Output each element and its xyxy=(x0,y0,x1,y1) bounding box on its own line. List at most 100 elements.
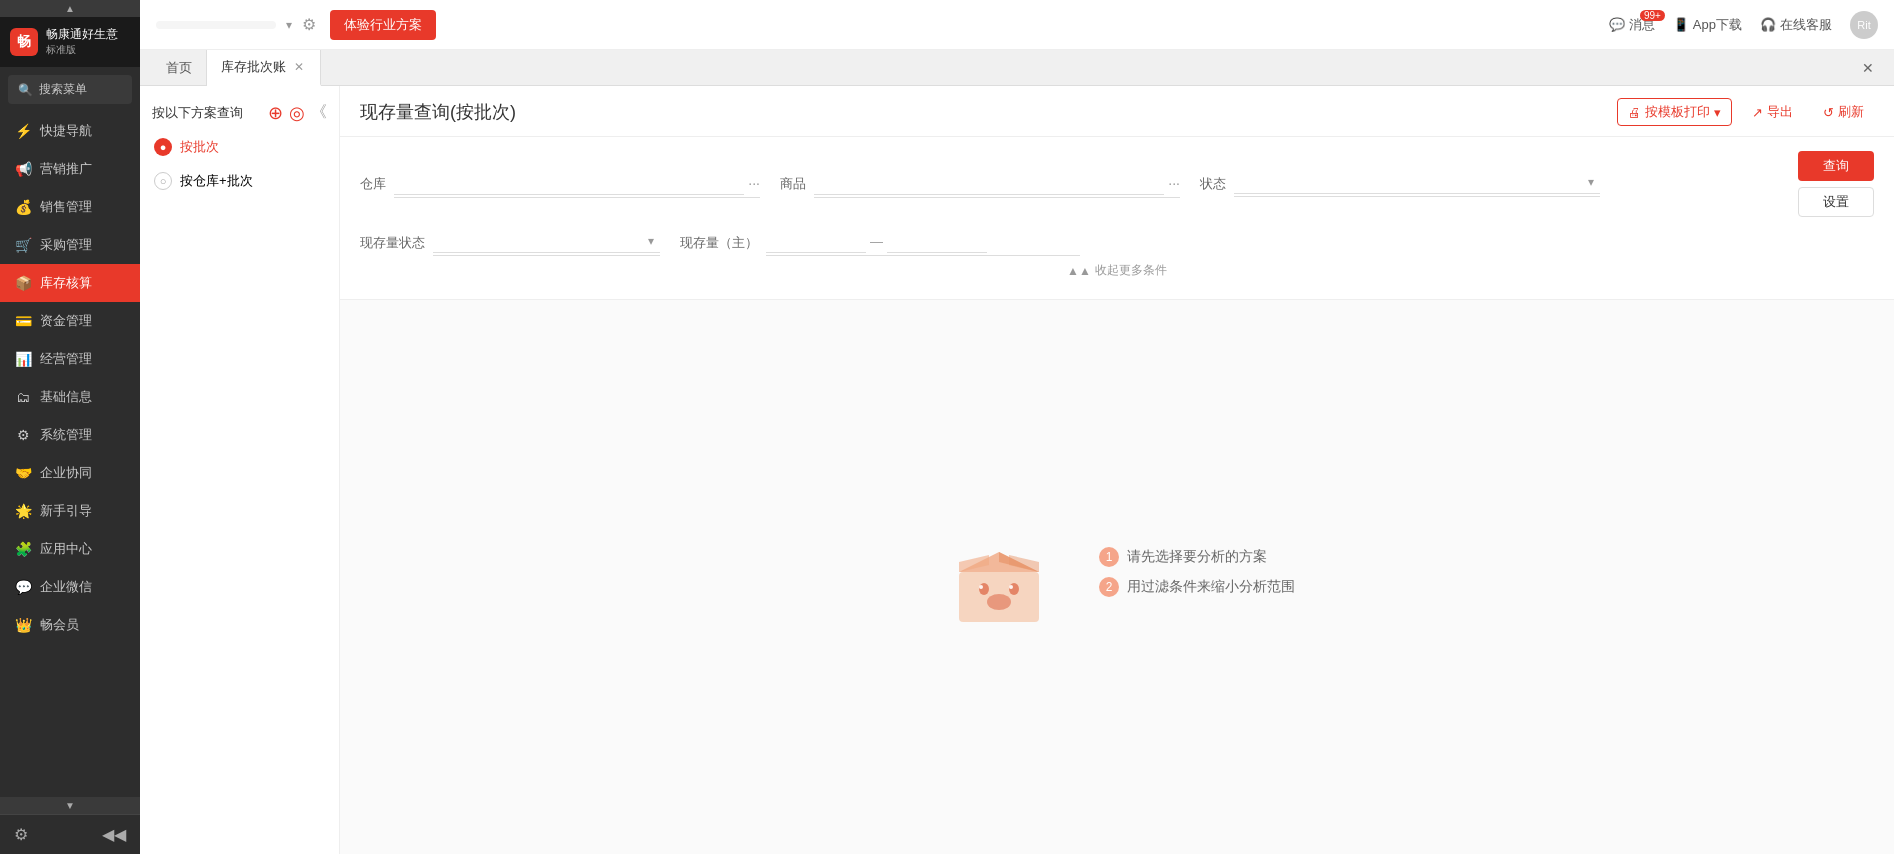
settings-button[interactable]: 设置 xyxy=(1798,187,1874,217)
content-area: 按以下方案查询 ⊕ ◎ 《 ● 按批次 ○ 按仓库+批次 现存量查询(按批次) xyxy=(140,86,1894,854)
sidebar-item-label: 采购管理 xyxy=(40,236,92,254)
sidebar-item-appstore[interactable]: 🧩 应用中心 xyxy=(0,530,140,568)
filter-stock-amount: 现存量（主） — xyxy=(680,229,1080,256)
collapse-sidebar-icon[interactable]: ◀◀ xyxy=(102,825,126,844)
topbar-gear-icon[interactable]: ⚙ xyxy=(302,15,316,34)
add-scheme-icon[interactable]: ⊕ xyxy=(268,102,283,124)
stock-status-input-wrap: ▾ xyxy=(433,230,660,256)
action-buttons: 查询 设置 xyxy=(1798,151,1874,217)
status-dropdown[interactable]: ▾ xyxy=(1234,171,1600,194)
sidebar: ▲ 畅 畅康通好生意 标准版 🔍 搜索菜单 ⚡ 快捷导航 📢 营销推广 💰 销售… xyxy=(0,0,140,854)
sidebar-item-quick-nav[interactable]: ⚡ 快捷导航 xyxy=(0,112,140,150)
search-icon: 🔍 xyxy=(18,83,33,97)
svg-point-7 xyxy=(987,594,1011,610)
svg-point-6 xyxy=(1009,583,1019,595)
sidebar-item-member[interactable]: 👑 畅会员 xyxy=(0,606,140,644)
status-label: 状态 xyxy=(1200,175,1226,193)
sidebar-item-label: 库存核算 xyxy=(40,274,92,292)
warehouse-input[interactable] xyxy=(394,171,744,195)
left-panel-title-text: 按以下方案查询 xyxy=(152,104,243,122)
sidebar-item-label: 资金管理 xyxy=(40,312,92,330)
sidebar-item-label: 营销推广 xyxy=(40,160,92,178)
tab-close-icon[interactable]: ✕ xyxy=(292,60,306,74)
stock-amount-max[interactable] xyxy=(887,229,987,253)
svg-point-9 xyxy=(1009,585,1013,589)
sidebar-item-finance[interactable]: 💳 资金管理 xyxy=(0,302,140,340)
basic-icon: 🗂 xyxy=(14,388,32,406)
sidebar-item-operation[interactable]: 📊 经营管理 xyxy=(0,340,140,378)
sidebar-item-inventory[interactable]: 📦 库存核算 xyxy=(0,264,140,302)
messages-item[interactable]: 💬 消息 99+ xyxy=(1609,16,1655,34)
sidebar-search-label: 搜索菜单 xyxy=(39,81,87,98)
sidebar-item-system[interactable]: ⚙ 系统管理 xyxy=(0,416,140,454)
app-download-item[interactable]: 📱 App下载 xyxy=(1673,16,1742,34)
product-input[interactable] xyxy=(814,171,1164,195)
operation-icon: 📊 xyxy=(14,350,32,368)
member-icon: 👑 xyxy=(14,616,32,634)
main-area: ▾ ⚙ 体验行业方案 💬 消息 99+ 📱 App下载 🎧 在线客服 Rit xyxy=(140,0,1894,854)
sidebar-scroll-up[interactable]: ▲ xyxy=(0,0,140,17)
sidebar-scroll-down[interactable]: ▼ xyxy=(0,797,140,814)
left-panel-actions: ⊕ ◎ 《 xyxy=(268,102,327,124)
filter-area: 仓库 ··· 商品 ··· 状态 xyxy=(340,137,1894,300)
stock-amount-label: 现存量（主） xyxy=(680,234,758,252)
scheme-by-batch-label: 按批次 xyxy=(180,138,219,156)
sidebar-search[interactable]: 🔍 搜索菜单 xyxy=(8,75,132,104)
user-name: Rit xyxy=(1857,19,1870,31)
filter-status: 状态 ▾ xyxy=(1200,171,1600,197)
tip-2-num: 2 xyxy=(1099,577,1119,597)
tab-home[interactable]: 首页 xyxy=(152,50,207,86)
stock-status-label: 现存量状态 xyxy=(360,234,425,252)
app-download-icon: 📱 xyxy=(1673,17,1689,32)
filter-stock-status: 现存量状态 ▾ xyxy=(360,230,660,256)
topbar: ▾ ⚙ 体验行业方案 💬 消息 99+ 📱 App下载 🎧 在线客服 Rit xyxy=(140,0,1894,50)
system-icon: ⚙ xyxy=(14,426,32,444)
product-dots[interactable]: ··· xyxy=(1168,175,1180,191)
stock-amount-min[interactable] xyxy=(766,229,866,253)
online-service-item[interactable]: 🎧 在线客服 xyxy=(1760,16,1832,34)
scheme-by-batch[interactable]: ● 按批次 xyxy=(140,130,339,164)
sidebar-item-label: 企业微信 xyxy=(40,578,92,596)
topbar-input[interactable] xyxy=(156,21,276,29)
app-subtitle: 标准版 xyxy=(46,43,118,57)
topbar-chevron-icon[interactable]: ▾ xyxy=(286,18,292,32)
sidebar-item-label: 畅会员 xyxy=(40,616,79,634)
tab-close-main-icon[interactable]: ✕ xyxy=(1854,60,1882,76)
user-avatar-item[interactable]: Rit xyxy=(1850,11,1878,39)
print-icon: 🖨 xyxy=(1628,105,1641,120)
warehouse-label: 仓库 xyxy=(360,175,386,193)
collapse-more-btn[interactable]: ▲▲ 收起更多条件 xyxy=(360,256,1874,285)
warehouse-dots[interactable]: ··· xyxy=(748,175,760,191)
left-panel-title-row: 按以下方案查询 ⊕ ◎ 《 xyxy=(140,96,339,130)
stock-status-chevron: ▾ xyxy=(648,234,654,248)
refresh-button[interactable]: ↺ 刷新 xyxy=(1813,99,1874,125)
trial-button[interactable]: 体验行业方案 xyxy=(330,10,436,40)
sidebar-item-newguide[interactable]: 🌟 新手引导 xyxy=(0,492,140,530)
message-icon: 💬 xyxy=(1609,17,1625,32)
scheme-by-warehouse-batch[interactable]: ○ 按仓库+批次 xyxy=(140,164,339,198)
sidebar-item-marketing[interactable]: 📢 营销推广 xyxy=(0,150,140,188)
app-download-label: App下载 xyxy=(1693,16,1742,34)
sidebar-item-sales[interactable]: 💰 销售管理 xyxy=(0,188,140,226)
export-button[interactable]: ↗ 导出 xyxy=(1742,99,1803,125)
print-btn-label: 按模板打印 xyxy=(1645,103,1710,121)
wechat-icon: 💬 xyxy=(14,578,32,596)
refresh-btn-label: 刷新 xyxy=(1838,103,1864,121)
collapse-up-icon: ▲▲ xyxy=(1067,264,1091,278)
sidebar-item-purchase[interactable]: 🛒 采购管理 xyxy=(0,226,140,264)
collapse-panel-icon[interactable]: 《 xyxy=(311,102,327,124)
empty-tip-2: 2 用过滤条件来缩小分析范围 xyxy=(1099,577,1295,597)
tab-batch-account[interactable]: 库存批次账 ✕ xyxy=(207,50,321,86)
settings-footer-icon[interactable]: ⚙ xyxy=(14,825,28,844)
product-label: 商品 xyxy=(780,175,806,193)
sidebar-item-wechat[interactable]: 💬 企业微信 xyxy=(0,568,140,606)
sidebar-item-label: 系统管理 xyxy=(40,426,92,444)
print-button[interactable]: 🖨 按模板打印 ▾ xyxy=(1617,98,1732,126)
sidebar-item-enterprise[interactable]: 🤝 企业协同 xyxy=(0,454,140,492)
sidebar-item-basic[interactable]: 🗂 基础信息 xyxy=(0,378,140,416)
print-dropdown-icon[interactable]: ▾ xyxy=(1714,105,1721,120)
empty-tips: 1 请先选择要分析的方案 2 用过滤条件来缩小分析范围 xyxy=(1099,547,1295,607)
settings-scheme-icon[interactable]: ◎ xyxy=(289,102,305,124)
stock-status-dropdown[interactable]: ▾ xyxy=(433,230,660,253)
query-button[interactable]: 查询 xyxy=(1798,151,1874,181)
